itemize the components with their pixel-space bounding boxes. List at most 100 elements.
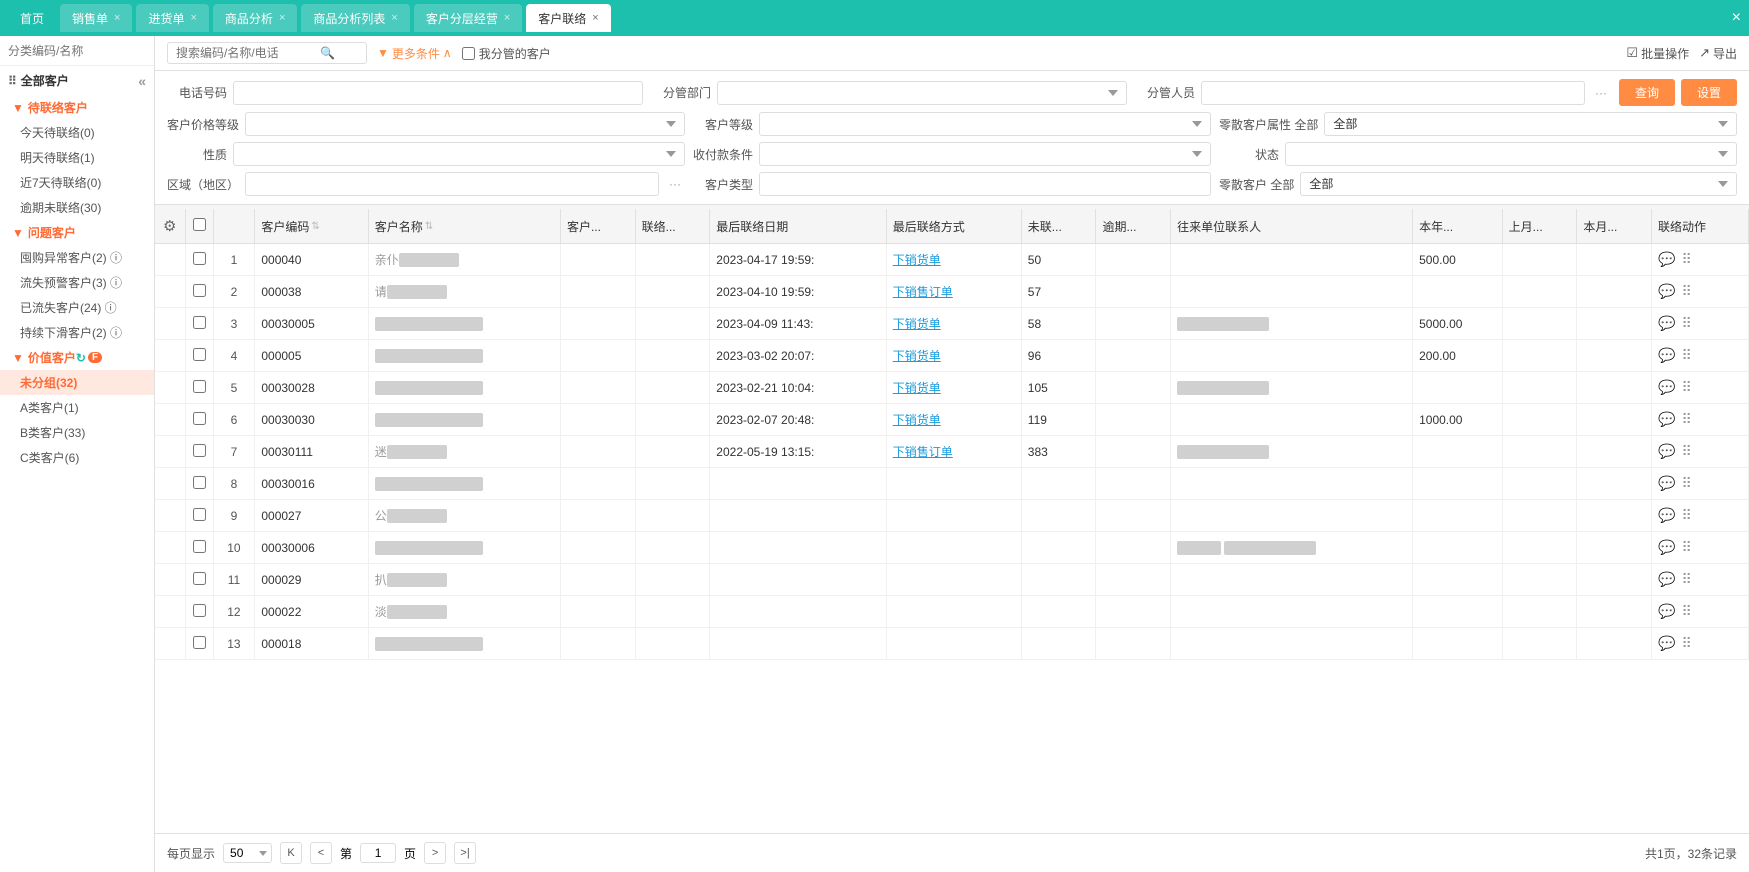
td-last-method[interactable]	[886, 532, 1021, 564]
pending-contact-group[interactable]: ▼ 待联络客户	[0, 95, 154, 120]
more-icon[interactable]: ⠿	[1681, 635, 1691, 652]
sidebar-item-hoard[interactable]: 囤购异常客户(2) ⓘ	[0, 245, 154, 270]
more-icon[interactable]: ⠿	[1681, 507, 1691, 524]
customer-type-input[interactable]	[759, 172, 1211, 196]
collapse-icon[interactable]: «	[138, 73, 146, 89]
row-checkbox[interactable]	[193, 508, 206, 521]
retail-attr-select[interactable]: 全部	[1324, 112, 1737, 136]
last-method-link[interactable]: 下销货单	[893, 317, 941, 331]
comment-icon[interactable]: 💬	[1658, 315, 1675, 332]
th-checkbox[interactable]	[185, 209, 213, 244]
per-page-select[interactable]: 50 100	[223, 843, 272, 863]
more-icon[interactable]: ⠿	[1681, 347, 1691, 364]
row-checkbox[interactable]	[193, 316, 206, 329]
all-customers-header[interactable]: ⠿ 全部客户 «	[0, 66, 154, 95]
tab-customer-contact-close[interactable]: ×	[592, 12, 598, 24]
td-last-method[interactable]: 下销售订单	[886, 276, 1021, 308]
row-checkbox[interactable]	[193, 540, 206, 553]
my-customers-filter[interactable]: 我分管的客户	[462, 45, 551, 62]
last-method-link[interactable]: 下销货单	[893, 381, 941, 395]
comment-icon[interactable]: 💬	[1658, 603, 1675, 620]
comment-icon[interactable]: 💬	[1658, 475, 1675, 492]
th-name[interactable]: 客户名称 ⇅	[368, 209, 560, 244]
sidebar-item-c-class[interactable]: C类客户(6)	[0, 445, 154, 470]
td-last-method[interactable]: 下销货单	[886, 244, 1021, 276]
tab-purchase[interactable]: 进货单 ×	[136, 4, 208, 32]
tab-product-analysis-close[interactable]: ×	[279, 12, 285, 24]
sidebar-item-unclassified[interactable]: 未分组(32)	[0, 370, 154, 395]
td-checkbox[interactable]	[185, 468, 213, 500]
td-last-method[interactable]: 下销货单	[886, 372, 1021, 404]
th-code[interactable]: 客户编码 ⇅	[255, 209, 368, 244]
td-last-method[interactable]	[886, 468, 1021, 500]
td-checkbox[interactable]	[185, 532, 213, 564]
row-checkbox[interactable]	[193, 636, 206, 649]
row-checkbox[interactable]	[193, 572, 206, 585]
row-checkbox[interactable]	[193, 412, 206, 425]
more-icon[interactable]: ⠿	[1681, 603, 1691, 620]
window-close-button[interactable]: ×	[1732, 9, 1741, 27]
more-icon[interactable]: ⠿	[1681, 379, 1691, 396]
tab-purchase-close[interactable]: ×	[190, 12, 196, 24]
td-checkbox[interactable]	[185, 628, 213, 660]
department-select[interactable]	[717, 81, 1127, 105]
td-checkbox[interactable]	[185, 500, 213, 532]
next-page-btn[interactable]: >	[424, 842, 446, 864]
query-button[interactable]: 查询	[1619, 79, 1675, 106]
td-checkbox[interactable]	[185, 596, 213, 628]
row-checkbox[interactable]	[193, 284, 206, 297]
export-btn[interactable]: ↗ 导出	[1699, 45, 1737, 62]
value-customers-group[interactable]: ▼ 价值客户 ↻ F	[0, 345, 154, 370]
more-icon[interactable]: ⠿	[1681, 315, 1691, 332]
tab-product-analysis-list[interactable]: 商品分析列表 ×	[301, 4, 409, 32]
td-last-method[interactable]	[886, 628, 1021, 660]
phone-input[interactable]	[233, 81, 643, 105]
tab-customer-contact[interactable]: 客户联络 ×	[526, 4, 610, 32]
tab-customer-layer[interactable]: 客户分层经营 ×	[414, 4, 522, 32]
comment-icon[interactable]: 💬	[1658, 507, 1675, 524]
td-checkbox[interactable]	[185, 308, 213, 340]
tab-sales-close[interactable]: ×	[114, 12, 120, 24]
first-page-btn[interactable]: K	[280, 842, 302, 864]
last-method-link[interactable]: 下销售订单	[893, 445, 953, 459]
tab-product-analysis-list-close[interactable]: ×	[391, 12, 397, 24]
status-select[interactable]	[1285, 142, 1737, 166]
comment-icon[interactable]: 💬	[1658, 379, 1675, 396]
retail-select[interactable]: 全部	[1300, 172, 1737, 196]
row-checkbox[interactable]	[193, 476, 206, 489]
td-checkbox[interactable]	[185, 340, 213, 372]
tab-sales[interactable]: 销售单 ×	[60, 4, 132, 32]
sidebar-item-decline[interactable]: 持续下滑客户(2) ⓘ	[0, 320, 154, 345]
region-dots[interactable]: ···	[665, 177, 685, 191]
td-last-method[interactable]: 下销货单	[886, 404, 1021, 436]
batch-ops-btn[interactable]: ☑ 批量操作	[1626, 45, 1689, 62]
sidebar-item-loss-warning[interactable]: 流失预警客户(3) ⓘ	[0, 270, 154, 295]
price-grade-select[interactable]	[245, 112, 685, 136]
td-checkbox[interactable]	[185, 244, 213, 276]
row-checkbox[interactable]	[193, 348, 206, 361]
td-checkbox[interactable]	[185, 372, 213, 404]
row-checkbox[interactable]	[193, 252, 206, 265]
comment-icon[interactable]: 💬	[1658, 283, 1675, 300]
comment-icon[interactable]: 💬	[1658, 251, 1675, 268]
sidebar-item-tomorrow[interactable]: 明天待联络(1)	[0, 145, 154, 170]
customer-grade-select[interactable]	[759, 112, 1211, 136]
comment-icon[interactable]: 💬	[1658, 443, 1675, 460]
select-all-checkbox[interactable]	[193, 218, 206, 231]
region-input[interactable]	[245, 172, 659, 196]
more-icon[interactable]: ⠿	[1681, 443, 1691, 460]
sidebar-item-overdue[interactable]: 逾期未联络(30)	[0, 195, 154, 220]
sidebar-search-input[interactable]	[8, 44, 155, 58]
td-last-method[interactable]	[886, 596, 1021, 628]
comment-icon[interactable]: 💬	[1658, 347, 1675, 364]
last-method-link[interactable]: 下销货单	[893, 413, 941, 427]
td-checkbox[interactable]	[185, 564, 213, 596]
tab-product-analysis[interactable]: 商品分析 ×	[213, 4, 297, 32]
sidebar-item-lost[interactable]: 已流失客户(24) ⓘ	[0, 295, 154, 320]
page-input[interactable]	[360, 843, 396, 863]
my-customers-checkbox[interactable]	[462, 47, 475, 60]
td-last-method[interactable]	[886, 500, 1021, 532]
th-settings[interactable]: ⚙	[155, 209, 185, 244]
more-icon[interactable]: ⠿	[1681, 475, 1691, 492]
reset-button[interactable]: 设置	[1681, 79, 1737, 106]
